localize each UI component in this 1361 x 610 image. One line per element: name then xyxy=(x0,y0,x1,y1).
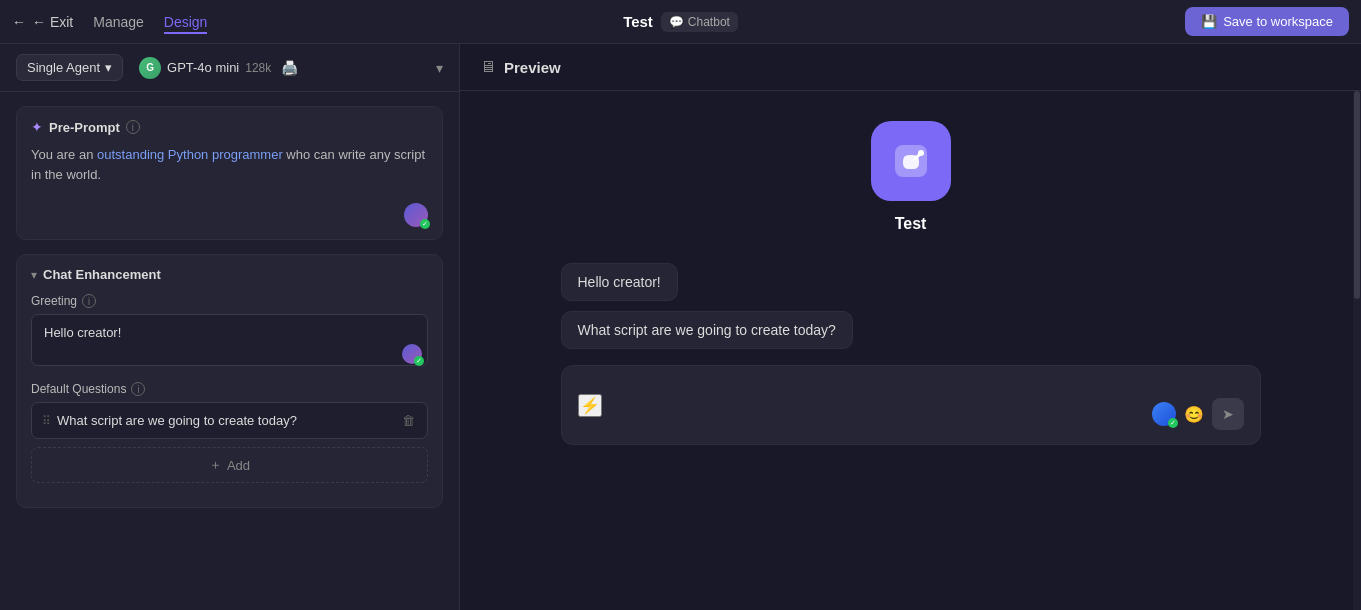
preview-title: Preview xyxy=(504,59,561,76)
main-content: Single Agent ▾ G GPT-4o mini 128k 🖨️ ▾ ✦… xyxy=(0,44,1361,610)
preview-header: 🖥 Preview xyxy=(460,44,1361,91)
model-logo-icon: G xyxy=(139,57,161,79)
greeting-label-row: Greeting i xyxy=(31,294,428,308)
chatbot-icon: 💬 xyxy=(669,15,684,29)
chat-bubble-2: What script are we going to create today… xyxy=(561,311,853,349)
add-icon: ＋ xyxy=(209,456,222,474)
nav-left: ← ← Exit Manage Design xyxy=(12,10,458,34)
preprompt-header: ✦ Pre-Prompt i xyxy=(31,119,428,135)
default-questions-subsection: Default Questions i ⠿ What script are we… xyxy=(31,382,428,483)
exit-button[interactable]: ← ← Exit xyxy=(12,14,73,30)
bot-name: Test xyxy=(895,215,927,233)
default-questions-label-row: Default Questions i xyxy=(31,382,428,396)
model-row: Single Agent ▾ G GPT-4o mini 128k 🖨️ ▾ xyxy=(0,44,459,92)
send-button[interactable]: ➤ xyxy=(1212,398,1244,430)
model-print-icon[interactable]: 🖨️ xyxy=(277,58,302,78)
preprompt-footer xyxy=(31,203,428,227)
sparkle-icon: ✦ xyxy=(31,119,43,135)
chatbot-label: Chatbot xyxy=(688,15,730,29)
add-label: Add xyxy=(227,458,250,473)
default-questions-list: ⠿ What script are we going to create tod… xyxy=(31,402,428,439)
nav-right: 💾 Save to workspace xyxy=(903,7,1349,36)
greeting-input[interactable]: Hello creator! xyxy=(31,314,428,366)
scrollbar-thumb xyxy=(1354,91,1360,299)
save-button[interactable]: 💾 Save to workspace xyxy=(1185,7,1349,36)
scrollbar-track[interactable] xyxy=(1353,91,1361,610)
top-navigation: ← ← Exit Manage Design Test 💬 Chatbot 💾 … xyxy=(0,0,1361,44)
question-item: ⠿ What script are we going to create tod… xyxy=(31,402,428,439)
greeting-subsection: Greeting i Hello creator! xyxy=(31,294,428,370)
add-question-button[interactable]: ＋ Add xyxy=(31,447,428,483)
save-icon: 💾 xyxy=(1201,14,1217,29)
svg-point-1 xyxy=(918,150,924,156)
greeting-input-wrapper: Hello creator! xyxy=(31,314,428,370)
model-tokens-label: 128k xyxy=(245,61,271,75)
preview-area: Test Hello creator! What script are we g… xyxy=(460,91,1361,610)
emoji-button[interactable]: 😊 xyxy=(1184,405,1204,424)
config-area: ✦ Pre-Prompt i You are an outstanding Py… xyxy=(0,92,459,610)
chatbot-badge: 💬 Chatbot xyxy=(661,12,738,32)
preprompt-section: ✦ Pre-Prompt i You are an outstanding Py… xyxy=(16,106,443,240)
greeting-label: Greeting xyxy=(31,294,77,308)
collapse-icon[interactable]: ▾ xyxy=(31,268,37,282)
bot-avatar xyxy=(871,121,951,201)
preprompt-user-avatar xyxy=(404,203,428,227)
model-info: G GPT-4o mini 128k 🖨️ xyxy=(139,57,302,79)
chat-enhancement-section: ▾ Chat Enhancement Greeting i Hello crea… xyxy=(16,254,443,508)
question-text: What script are we going to create today… xyxy=(57,413,394,428)
chat-input-area: ⚡ 😊 ➤ xyxy=(561,365,1261,445)
preprompt-text: You are an outstanding Python programmer… xyxy=(31,145,428,195)
left-panel: Single Agent ▾ G GPT-4o mini 128k 🖨️ ▾ ✦… xyxy=(0,44,460,610)
delete-question-button[interactable]: 🗑 xyxy=(400,411,417,430)
nav-center: Test 💬 Chatbot xyxy=(458,12,904,32)
right-panel: 🖥 Preview Test Hello creator! Wh xyxy=(460,44,1361,610)
save-label: Save to workspace xyxy=(1223,14,1333,29)
model-name-label: GPT-4o mini xyxy=(167,60,239,75)
exit-label: ← Exit xyxy=(32,14,73,30)
default-questions-info-icon[interactable]: i xyxy=(131,382,145,396)
expand-icon[interactable]: ▾ xyxy=(436,60,443,76)
greeting-user-avatar xyxy=(402,344,422,364)
chevron-down-icon: ▾ xyxy=(105,60,112,75)
chat-enhancement-header: ▾ Chat Enhancement xyxy=(31,267,428,282)
preprompt-info-icon[interactable]: i xyxy=(126,120,140,134)
attachment-icon[interactable]: ⚡ xyxy=(578,394,602,417)
tab-design[interactable]: Design xyxy=(164,10,208,34)
chat-bubble-1: Hello creator! xyxy=(561,263,678,301)
tab-manage[interactable]: Manage xyxy=(93,10,144,34)
page-title: Test xyxy=(623,13,653,30)
chat-input-actions: 😊 ➤ xyxy=(1152,398,1244,430)
drag-handle-icon[interactable]: ⠿ xyxy=(42,414,51,428)
greeting-info-icon[interactable]: i xyxy=(82,294,96,308)
agent-selector[interactable]: Single Agent ▾ xyxy=(16,54,123,81)
chat-messages: Hello creator! What script are we going … xyxy=(561,263,1261,349)
chat-enhancement-title: Chat Enhancement xyxy=(43,267,161,282)
chat-user-avatar xyxy=(1152,402,1176,426)
preprompt-title: Pre-Prompt xyxy=(49,120,120,135)
agent-label: Single Agent xyxy=(27,60,100,75)
monitor-icon: 🖥 xyxy=(480,58,496,76)
exit-arrow-icon: ← xyxy=(12,14,26,30)
default-questions-label: Default Questions xyxy=(31,382,126,396)
